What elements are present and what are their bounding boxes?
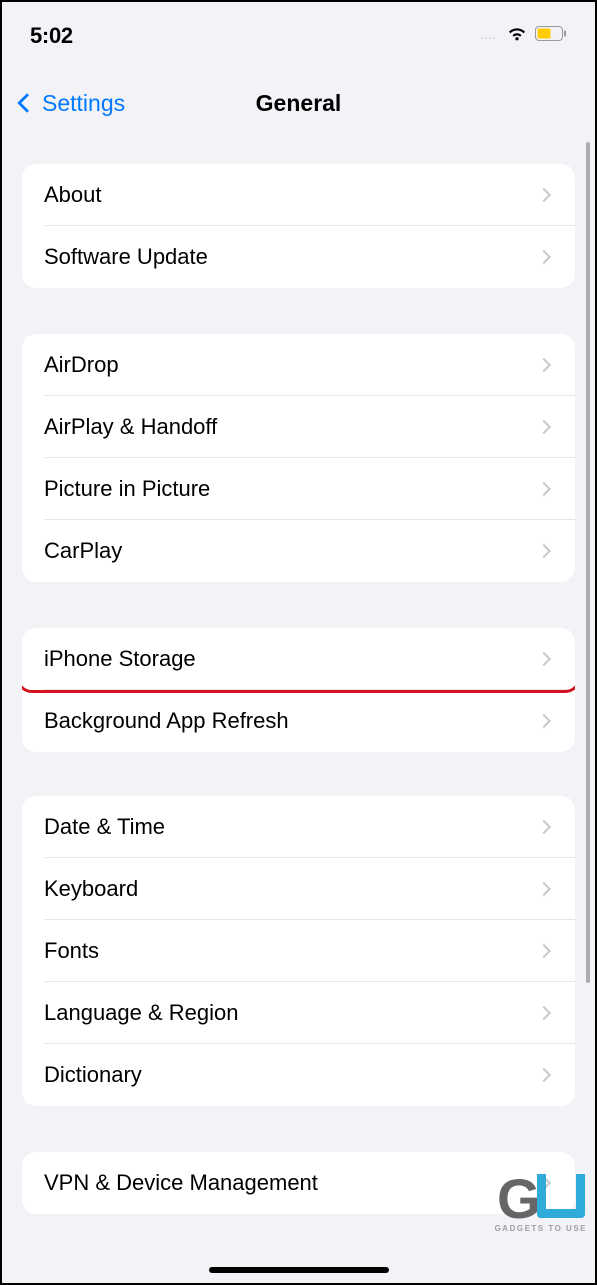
row-background-app-refresh[interactable]: Background App Refresh [22, 690, 575, 752]
row-label: About [44, 182, 102, 208]
row-label: Software Update [44, 244, 208, 270]
settings-group-vpn: VPN & Device Management [22, 1152, 575, 1214]
row-label: Picture in Picture [44, 476, 210, 502]
row-language-region[interactable]: Language & Region [22, 982, 575, 1044]
chevron-right-icon [537, 1068, 551, 1082]
row-label: iPhone Storage [44, 646, 196, 672]
row-vpn-device-management[interactable]: VPN & Device Management [22, 1152, 575, 1214]
chevron-right-icon [537, 882, 551, 896]
row-picture-in-picture[interactable]: Picture in Picture [22, 458, 575, 520]
watermark: G GADGETS TO USE [495, 1174, 587, 1233]
row-carplay[interactable]: CarPlay [22, 520, 575, 582]
settings-content: About Software Update AirDrop AirPlay & … [2, 164, 595, 1214]
scroll-indicator[interactable] [586, 142, 590, 983]
row-label: AirDrop [44, 352, 119, 378]
row-date-time[interactable]: Date & Time [22, 796, 575, 858]
back-button[interactable]: Settings [12, 90, 125, 117]
row-label: Keyboard [44, 876, 138, 902]
chevron-right-icon [537, 420, 551, 434]
status-right: .... [481, 26, 567, 47]
chevron-right-icon [537, 820, 551, 834]
row-label: Fonts [44, 938, 99, 964]
settings-group-date: Date & Time Keyboard Fonts Language & Re… [22, 796, 575, 1106]
nav-header: Settings General [2, 70, 595, 136]
chevron-right-icon [537, 652, 551, 666]
wifi-icon [506, 26, 528, 47]
settings-group-airdrop: AirDrop AirPlay & Handoff Picture in Pic… [22, 334, 575, 582]
back-label: Settings [42, 90, 125, 117]
status-time: 5:02 [30, 23, 73, 49]
row-software-update[interactable]: Software Update [22, 226, 575, 288]
device-frame: 5:02 .... Settings General About Softwar… [0, 0, 597, 1285]
row-label: Date & Time [44, 814, 165, 840]
row-fonts[interactable]: Fonts [22, 920, 575, 982]
row-label: Language & Region [44, 1000, 239, 1026]
cellular-dots-icon: .... [481, 30, 497, 42]
battery-icon [535, 26, 567, 46]
chevron-right-icon [537, 1006, 551, 1020]
row-label: Dictionary [44, 1062, 142, 1088]
settings-group-about: About Software Update [22, 164, 575, 288]
status-bar: 5:02 .... [2, 2, 595, 56]
row-iphone-storage[interactable]: iPhone Storage [22, 628, 575, 690]
chevron-right-icon [537, 358, 551, 372]
page-title: General [256, 90, 342, 117]
chevron-right-icon [537, 714, 551, 728]
watermark-text: GADGETS TO USE [495, 1224, 587, 1233]
chevron-left-icon [17, 93, 37, 113]
chevron-right-icon [537, 944, 551, 958]
home-indicator[interactable] [209, 1267, 389, 1273]
row-keyboard[interactable]: Keyboard [22, 858, 575, 920]
row-label: VPN & Device Management [44, 1170, 318, 1196]
settings-group-storage: iPhone Storage Background App Refresh [22, 628, 575, 752]
chevron-right-icon [537, 188, 551, 202]
chevron-right-icon [537, 482, 551, 496]
row-label: CarPlay [44, 538, 122, 564]
row-airplay-handoff[interactable]: AirPlay & Handoff [22, 396, 575, 458]
row-about[interactable]: About [22, 164, 575, 226]
watermark-logo-icon: G [497, 1174, 585, 1222]
chevron-right-icon [537, 250, 551, 264]
row-dictionary[interactable]: Dictionary [22, 1044, 575, 1106]
row-label: AirPlay & Handoff [44, 414, 217, 440]
row-airdrop[interactable]: AirDrop [22, 334, 575, 396]
row-label: Background App Refresh [44, 708, 289, 734]
chevron-right-icon [537, 544, 551, 558]
